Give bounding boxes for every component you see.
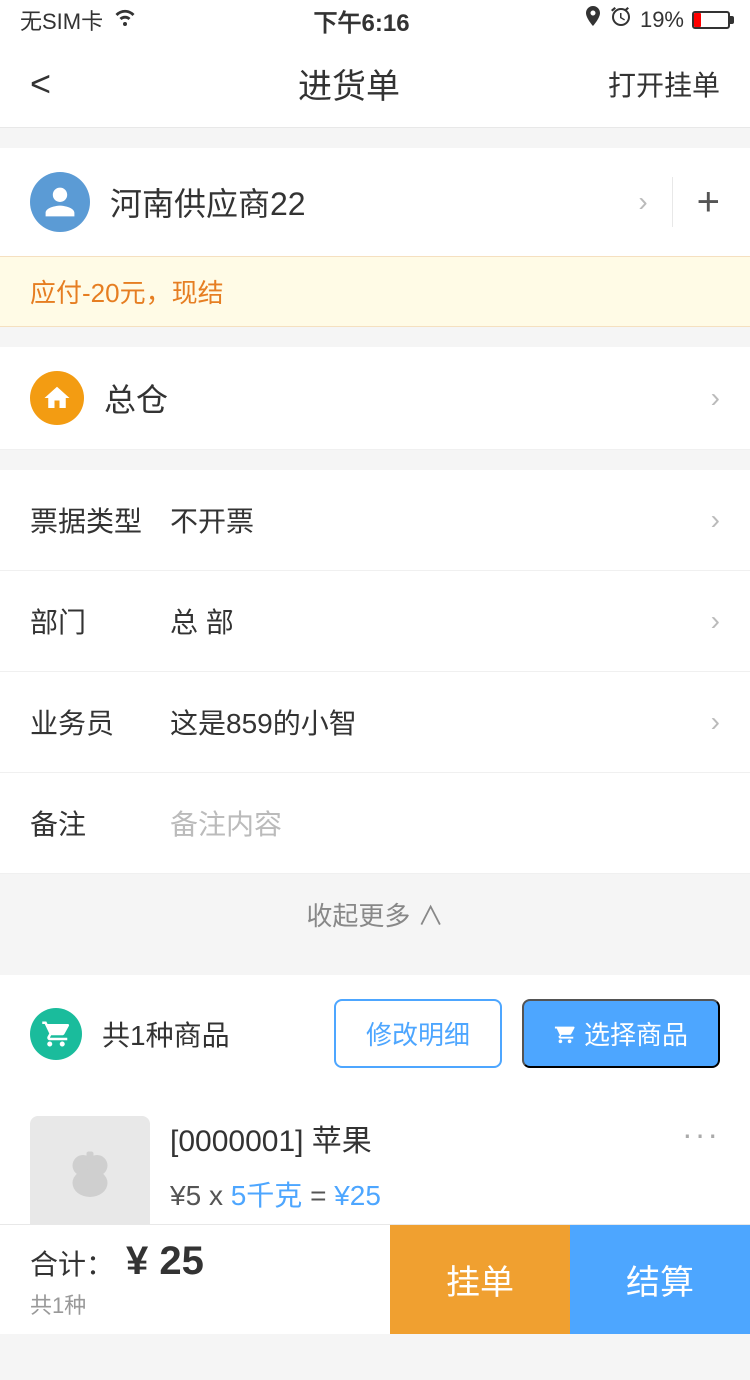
status-left: 无SIM卡 (20, 4, 139, 36)
warehouse-icon (30, 371, 84, 425)
supplier-chevron-icon: › (638, 186, 647, 218)
select-product-label: 选择商品 (584, 1015, 688, 1052)
collapse-toggle[interactable]: 收起更多 ∧ (0, 874, 750, 955)
department-label: 部门 (30, 601, 170, 641)
supplier-section: 河南供应商22 › + 应付-20元，现结 (0, 148, 750, 327)
warehouse-chevron-icon: › (711, 382, 720, 414)
product-menu-button[interactable]: ··· (682, 1116, 720, 1153)
status-right: 19% (584, 6, 730, 34)
price-x: x (209, 1180, 231, 1211)
form-row-department[interactable]: 部门 总 部 › (0, 571, 750, 672)
footer-bar: 合计： ¥ 25 共1种 挂单 结算 (0, 1224, 750, 1334)
page-title: 进货单 (298, 59, 400, 108)
product-info: [0000001] 苹果 ¥5 x 5千克 = ¥25 (170, 1116, 662, 1214)
price-eq: = (310, 1180, 334, 1211)
total-label: 合计： (30, 1243, 114, 1283)
invoice-label: 票据类型 (30, 500, 170, 540)
invoice-chevron-icon: › (711, 504, 720, 536)
products-count: 共1种商品 (102, 1014, 314, 1054)
footer-total: 合计： ¥ 25 共1种 (0, 1225, 390, 1334)
department-value: 总 部 (170, 601, 711, 641)
salesperson-chevron-icon: › (711, 706, 720, 738)
add-supplier-button[interactable]: + (697, 180, 720, 225)
select-product-button[interactable]: 选择商品 (522, 999, 720, 1068)
nav-bar: < 进货单 打开挂单 (0, 40, 750, 128)
product-thumbnail (30, 1116, 150, 1236)
warehouse-row[interactable]: 总仓 › (0, 347, 750, 450)
modify-detail-button[interactable]: 修改明细 (334, 999, 502, 1068)
form-section: 票据类型 不开票 › 部门 总 部 › 业务员 这是859的小智 › 备注 备注… (0, 470, 750, 874)
price-total: ¥25 (334, 1180, 381, 1211)
salesperson-label: 业务员 (30, 702, 170, 742)
products-header: 共1种商品 修改明细 选择商品 (0, 975, 750, 1092)
remark-label: 备注 (30, 803, 170, 843)
warehouse-section: 总仓 › (0, 347, 750, 450)
checkout-button[interactable]: 结算 (570, 1225, 750, 1334)
price-unit: ¥5 (170, 1180, 201, 1211)
total-amount: ¥ 25 (126, 1239, 204, 1284)
product-price: ¥5 x 5千克 = ¥25 (170, 1174, 662, 1214)
price-quantity: 5千克 (231, 1180, 303, 1211)
form-row-invoice[interactable]: 票据类型 不开票 › (0, 470, 750, 571)
total-sub: 共1种 (30, 1288, 360, 1320)
open-hang-button[interactable]: 打开挂单 (608, 64, 720, 104)
supplier-name: 河南供应商22 (110, 179, 638, 225)
products-icon (30, 1008, 82, 1060)
salesperson-value: 这是859的小智 (170, 702, 711, 742)
remark-placeholder[interactable]: 备注内容 (170, 803, 720, 843)
wifi-icon (111, 7, 139, 33)
location-icon (584, 6, 602, 34)
carrier-label: 无SIM卡 (20, 4, 103, 36)
status-time: 下午6:16 (314, 3, 410, 38)
status-bar: 无SIM卡 下午6:16 19% (0, 0, 750, 40)
form-row-remark[interactable]: 备注 备注内容 (0, 773, 750, 874)
department-chevron-icon: › (711, 605, 720, 637)
supplier-avatar (30, 172, 90, 232)
hang-button[interactable]: 挂单 (390, 1225, 570, 1334)
product-name: [0000001] 苹果 (170, 1116, 662, 1160)
invoice-value: 不开票 (170, 500, 711, 540)
divider (672, 177, 673, 227)
back-button[interactable]: < (30, 63, 90, 105)
notice-bar: 应付-20元，现结 (0, 256, 750, 327)
warehouse-name: 总仓 (104, 375, 711, 421)
alarm-icon (610, 6, 632, 34)
supplier-row[interactable]: 河南供应商22 › + (0, 148, 750, 256)
battery-percent: 19% (640, 7, 684, 33)
battery-icon (692, 11, 730, 29)
total-row: 合计： ¥ 25 (30, 1239, 360, 1284)
products-section: 共1种商品 修改明细 选择商品 [0000001] 苹果 ¥5 x 5千克 = … (0, 975, 750, 1260)
form-row-salesperson[interactable]: 业务员 这是859的小智 › (0, 672, 750, 773)
